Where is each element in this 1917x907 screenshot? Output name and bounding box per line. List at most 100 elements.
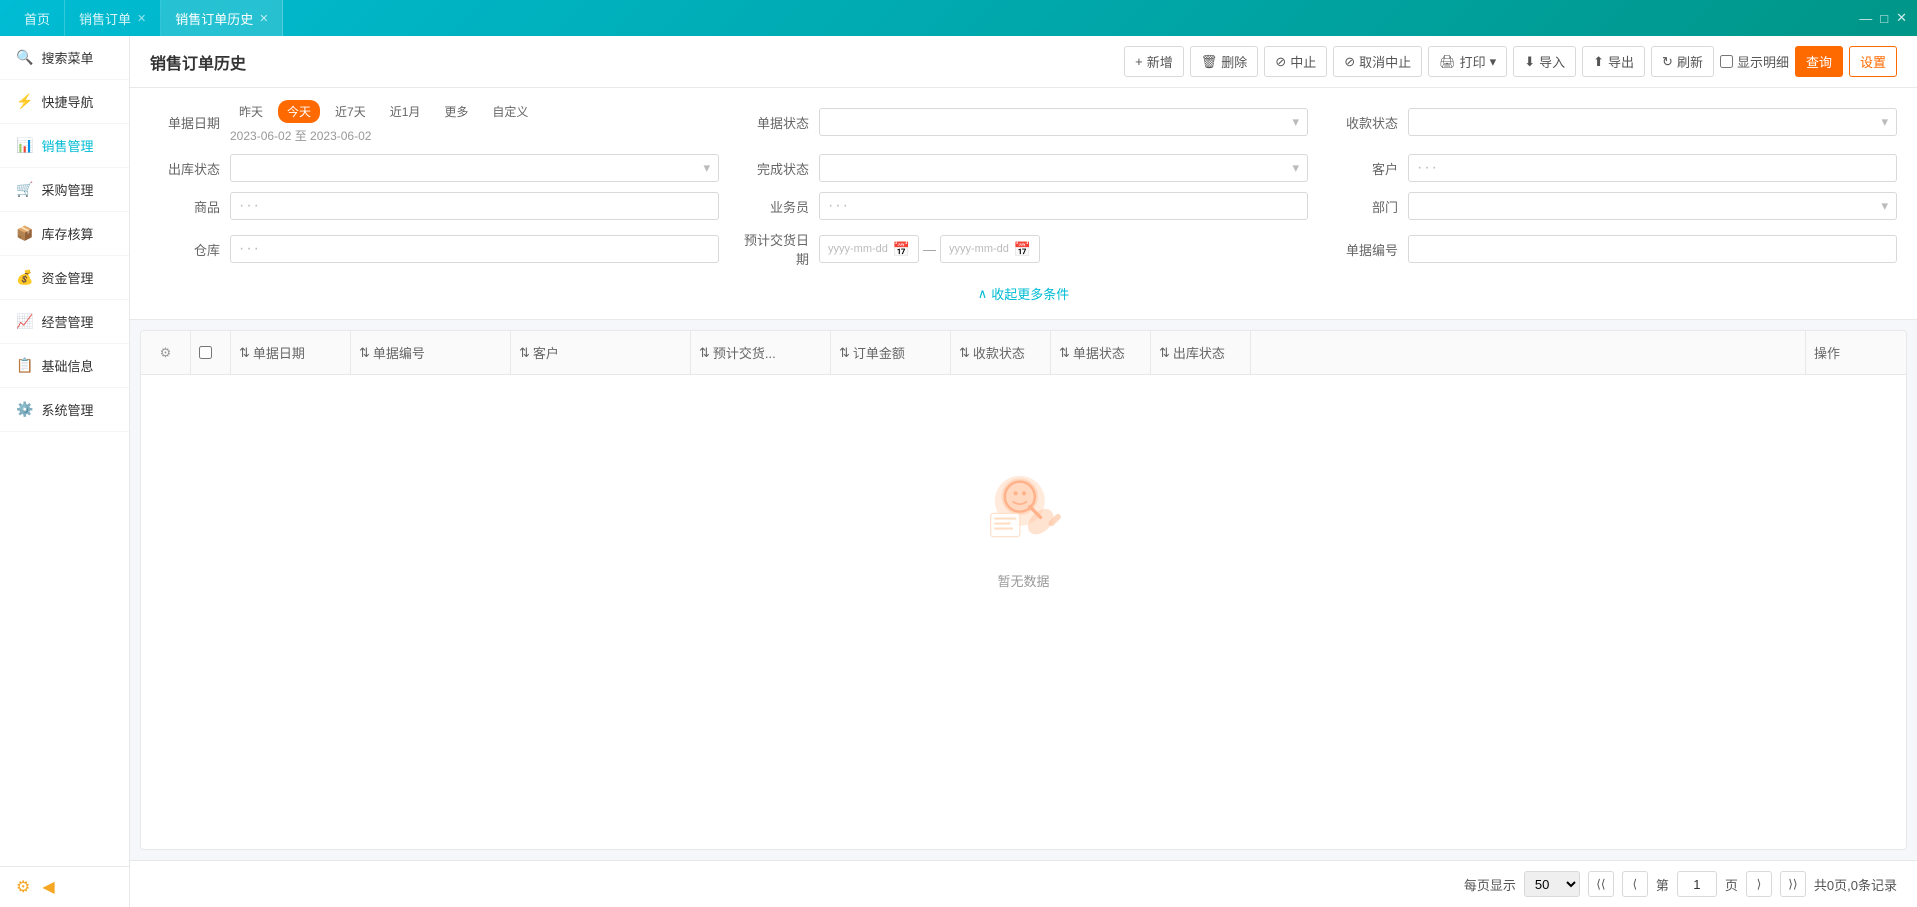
delivery-date-to[interactable]: yyyy-mm-dd 📅 <box>940 235 1040 263</box>
collapse-more-btn[interactable]: ∧ 收起更多条件 <box>150 278 1897 307</box>
new-button[interactable]: + 新增 <box>1124 46 1184 77</box>
tab-home[interactable]: 首页 <box>10 0 65 36</box>
stock-out-chevron-icon: ▾ <box>703 160 710 176</box>
window-minimize[interactable]: — <box>1859 11 1872 26</box>
system-icon: ⚙️ <box>16 401 33 418</box>
th-delivery[interactable]: ⇅ 预计交货... <box>691 331 831 374</box>
page-header: 销售订单历史 + 新增 🗑 删除 ⊘ 中止 ⊘ 取消中止 <box>130 36 1917 88</box>
sidebar-item-quick-nav-label: 快捷导航 <box>41 92 93 111</box>
date-tag-more[interactable]: 更多 <box>435 100 477 123</box>
th-bill-status[interactable]: ⇅ 单据状态 <box>1051 331 1151 374</box>
next-page-button[interactable]: ⟩ <box>1746 871 1772 897</box>
tab-sales-history-close[interactable]: ✕ <box>259 12 268 25</box>
filter-row-1: 单据日期 昨天 今天 近7天 近1月 更多 自定义 2023-06-02 至 2… <box>150 100 1897 144</box>
goods-dots: ··· <box>239 197 261 215</box>
quick-nav-icon: ⚡ <box>16 93 33 110</box>
filter-department-label: 部门 <box>1328 197 1408 216</box>
business-icon: 📈 <box>16 313 33 330</box>
stock-out-select[interactable]: ▾ <box>230 154 719 182</box>
sidebar-item-quick-nav[interactable]: ⚡ 快捷导航 <box>0 80 129 124</box>
th-amount[interactable]: ⇅ 订单金额 <box>831 331 951 374</box>
sidebar-item-sales[interactable]: 📊 销售管理 <box>0 124 129 168</box>
department-select[interactable]: ▾ <box>1408 192 1897 220</box>
per-page-select[interactable]: 50 10 20 100 <box>1524 871 1580 897</box>
tab-sales-history-label: 销售订单历史 <box>175 9 253 28</box>
sidebar-item-search[interactable]: 🔍 搜索菜单 <box>0 36 129 80</box>
goods-input[interactable]: ··· <box>230 192 719 220</box>
last-page-button[interactable]: ⟩⟩ <box>1780 871 1806 897</box>
prev-page-button[interactable]: ⟨ <box>1622 871 1648 897</box>
filter-salesperson-label: 业务员 <box>739 197 819 216</box>
date-tag-custom[interactable]: 自定义 <box>483 100 537 123</box>
import-button[interactable]: ⬇ 导入 <box>1513 46 1576 77</box>
calendar-from-icon: 📅 <box>893 241 910 258</box>
delivery-date-group: yyyy-mm-dd 📅 — yyyy-mm-dd 📅 <box>819 235 1308 263</box>
first-page-button[interactable]: ⟨⟨ <box>1588 871 1614 897</box>
settings-filter-button[interactable]: 设置 <box>1849 46 1897 77</box>
stop-button[interactable]: ⊘ 中止 <box>1264 46 1327 77</box>
display-dense-checkbox[interactable] <box>1720 55 1733 68</box>
delete-button[interactable]: 🗑 删除 <box>1190 46 1259 77</box>
display-dense-label: 显示明细 <box>1737 52 1789 71</box>
sidebar-item-inventory[interactable]: 📦 库存核算 <box>0 212 129 256</box>
total-info: 共0页,0条记录 <box>1814 875 1897 894</box>
th-receipt-status[interactable]: ⇅ 收款状态 <box>951 331 1051 374</box>
select-all-checkbox[interactable] <box>199 346 212 359</box>
window-maximize[interactable]: □ <box>1880 11 1888 26</box>
sort-customer-icon: ⇅ <box>519 345 530 361</box>
th-settings[interactable]: ⚙ <box>141 331 191 374</box>
tab-bar: 首页 销售订单 ✕ 销售订单历史 ✕ <box>10 0 283 36</box>
th-date[interactable]: ⇅ 单据日期 <box>231 331 351 374</box>
sidebar-item-purchase[interactable]: 🛒 采购管理 <box>0 168 129 212</box>
date-tag-7days[interactable]: 近7天 <box>326 100 375 123</box>
export-button[interactable]: ⬆ 导出 <box>1582 46 1645 77</box>
tab-sales-history[interactable]: 销售订单历史 ✕ <box>161 0 283 36</box>
page-number-input[interactable] <box>1677 871 1717 897</box>
print-button[interactable]: 🖨 打印 ▾ <box>1428 46 1507 77</box>
purchase-icon: 🛒 <box>16 181 33 198</box>
window-close[interactable]: ✕ <box>1896 10 1907 26</box>
completion-select[interactable]: ▾ <box>819 154 1308 182</box>
tab-home-label: 首页 <box>24 9 50 28</box>
customer-input[interactable]: ··· <box>1408 154 1897 182</box>
salesperson-dots: ··· <box>828 197 850 215</box>
sidebar-item-system[interactable]: ⚙️ 系统管理 <box>0 388 129 432</box>
empty-state: 暂无数据 <box>141 375 1906 670</box>
table-header: ⚙ ⇅ 单据日期 ⇅ 单据编号 ⇅ 客户 ⇅ <box>141 331 1906 375</box>
refresh-button[interactable]: ↻ 刷新 <box>1651 46 1714 77</box>
filter-date-label: 单据日期 <box>150 113 230 132</box>
salesperson-input[interactable]: ··· <box>819 192 1308 220</box>
filter-stock-out-cell: 出库状态 ▾ <box>150 154 719 182</box>
warehouse-input[interactable]: ··· <box>230 235 719 263</box>
sidebar-item-basic-info[interactable]: 📋 基础信息 <box>0 344 129 388</box>
display-dense-toggle[interactable]: 显示明细 <box>1720 52 1789 71</box>
bill-status-select[interactable]: ▾ <box>819 108 1308 136</box>
th-stock-out[interactable]: ⇅ 出库状态 <box>1151 331 1251 374</box>
sidebar-settings-icon[interactable]: ⚙ <box>16 877 30 897</box>
receipt-status-select[interactable]: ▾ <box>1408 108 1897 136</box>
sales-icon: 📊 <box>16 137 33 154</box>
cancel-stop-button[interactable]: ⊘ 取消中止 <box>1333 46 1422 77</box>
sidebar-item-business[interactable]: 📈 经营管理 <box>0 300 129 344</box>
query-button[interactable]: 查询 <box>1795 46 1843 77</box>
cancel-stop-icon: ⊘ <box>1344 54 1355 70</box>
collapse-chevron-icon: ∧ <box>978 286 988 302</box>
sidebar-item-finance[interactable]: 💰 资金管理 <box>0 256 129 300</box>
date-tag-1month[interactable]: 近1月 <box>381 100 430 123</box>
th-customer[interactable]: ⇅ 客户 <box>511 331 691 374</box>
tab-sales-order[interactable]: 销售订单 ✕ <box>65 0 161 36</box>
date-tag-today[interactable]: 今天 <box>278 100 320 123</box>
new-icon: + <box>1135 54 1143 69</box>
completion-chevron-icon: ▾ <box>1292 160 1299 176</box>
bill-number-input[interactable] <box>1408 235 1897 263</box>
filter-bill-number-cell: 单据编号 <box>1328 230 1897 268</box>
delivery-date-from[interactable]: yyyy-mm-dd 📅 <box>819 235 919 263</box>
date-tag-yesterday[interactable]: 昨天 <box>230 100 272 123</box>
tab-sales-order-close[interactable]: ✕ <box>137 12 146 25</box>
sidebar-collapse-icon[interactable]: ◀ <box>42 877 54 897</box>
print-dropdown-icon: ▾ <box>1490 54 1497 70</box>
top-bar-right: — □ ✕ <box>1859 10 1907 26</box>
filter-delivery-cell: 预计交货日期 yyyy-mm-dd 📅 — yyyy-mm-dd 📅 <box>739 230 1308 268</box>
th-bill-number[interactable]: ⇅ 单据编号 <box>351 331 511 374</box>
filter-warehouse-cell: 仓库 ··· <box>150 230 719 268</box>
